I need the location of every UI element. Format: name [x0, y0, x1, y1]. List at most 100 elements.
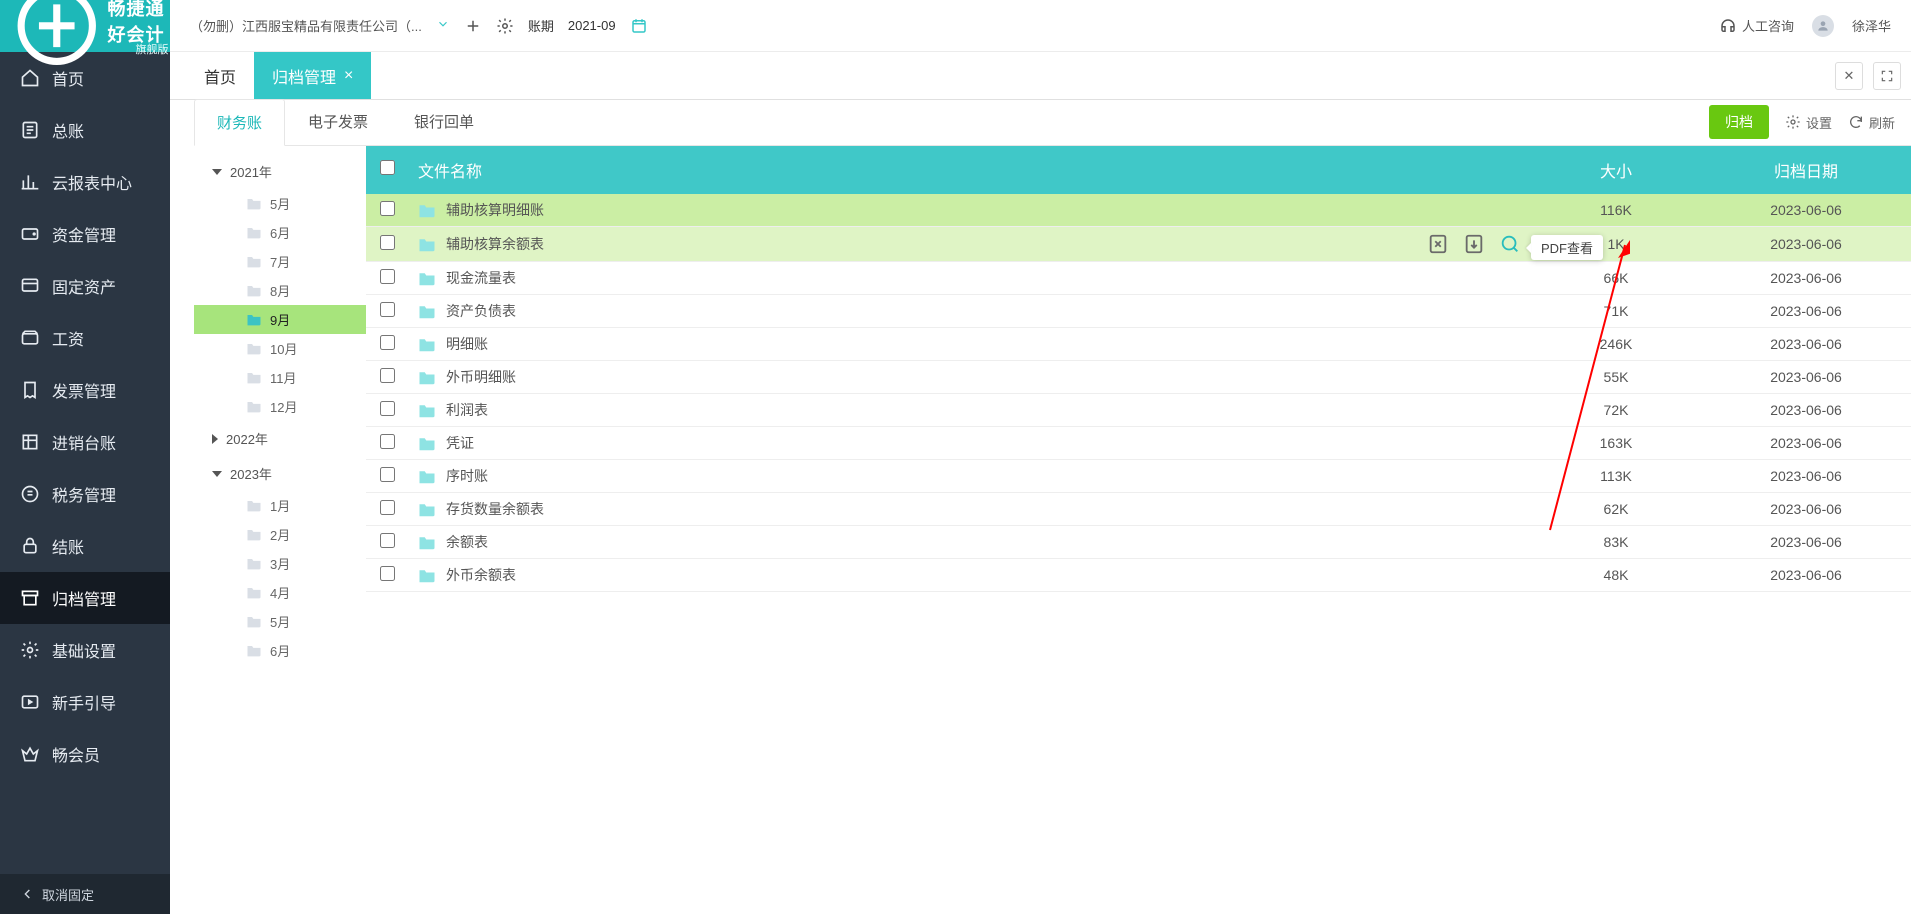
row-checkbox[interactable]	[380, 467, 395, 482]
table-row[interactable]: 序时账113K2023-06-06	[366, 460, 1911, 493]
sidebar-item-close[interactable]: 结账	[0, 520, 170, 572]
company-selector[interactable]: （勿删）江西服宝精品有限责任公司（...	[190, 16, 422, 35]
tab-archive[interactable]: 归档管理 ×	[254, 52, 371, 99]
view-pdf-icon[interactable]	[1499, 233, 1521, 255]
gear-icon[interactable]	[496, 17, 514, 35]
month-label: 5月	[270, 612, 290, 631]
file-size: 113K	[1531, 460, 1701, 493]
row-checkbox[interactable]	[380, 533, 395, 548]
file-name: 外币余额表	[446, 565, 516, 585]
close-all-button[interactable]: ✕	[1835, 62, 1863, 90]
month-node[interactable]: 2月	[194, 520, 366, 549]
table-row[interactable]: 存货数量余额表62K2023-06-06	[366, 493, 1911, 526]
table-row[interactable]: 辅助核算余额表PDF查看1K2023-06-06	[366, 227, 1911, 262]
month-node[interactable]: 12月	[194, 392, 366, 421]
month-node[interactable]: 5月	[194, 607, 366, 636]
sidebar-item-invoice[interactable]: 发票管理	[0, 364, 170, 416]
row-checkbox[interactable]	[380, 235, 395, 250]
file-size: 62K	[1531, 493, 1701, 526]
table-row[interactable]: 现金流量表66K2023-06-06	[366, 262, 1911, 295]
file-date: 2023-06-06	[1701, 295, 1911, 328]
subbar: 财务账 电子发票 银行回单 归档 设置 刷新	[194, 100, 1911, 146]
download-excel-icon[interactable]	[1427, 233, 1449, 255]
close-icon[interactable]: ×	[344, 67, 353, 85]
month-node[interactable]: 9月	[194, 305, 366, 334]
fullscreen-button[interactable]	[1873, 62, 1901, 90]
month-node[interactable]: 6月	[194, 218, 366, 247]
month-node[interactable]: 5月	[194, 189, 366, 218]
subtab-einvoice[interactable]: 电子发票	[285, 98, 391, 145]
month-node[interactable]: 6月	[194, 636, 366, 665]
sidebar: 畅捷通好会计 旗舰版 首页 总账 云报表中心 资金管理 固定资产 工资 发票管理…	[0, 0, 170, 914]
month-node[interactable]: 10月	[194, 334, 366, 363]
month-node[interactable]: 3月	[194, 549, 366, 578]
sidebar-item-cloud-report[interactable]: 云报表中心	[0, 156, 170, 208]
year-node[interactable]: 2021年	[194, 154, 366, 189]
sidebar-item-psi[interactable]: 进销台账	[0, 416, 170, 468]
year-node[interactable]: 2022年	[194, 421, 366, 456]
row-checkbox[interactable]	[380, 335, 395, 350]
table-row[interactable]: 凭证163K2023-06-06	[366, 427, 1911, 460]
month-node[interactable]: 1月	[194, 491, 366, 520]
year-node[interactable]: 2023年	[194, 456, 366, 491]
sidebar-item-salary[interactable]: 工资	[0, 312, 170, 364]
sidebar-item-tax[interactable]: 税务管理	[0, 468, 170, 520]
file-table: 文件名称 大小 归档日期 辅助核算明细账116K2023-06-06辅助核算余额…	[366, 146, 1911, 592]
archive-button[interactable]: 归档	[1709, 105, 1769, 139]
sidebar-item-settings[interactable]: 基础设置	[0, 624, 170, 676]
month-label: 5月	[270, 194, 290, 213]
table-row[interactable]: 外币明细账55K2023-06-06	[366, 361, 1911, 394]
month-node[interactable]: 7月	[194, 247, 366, 276]
file-size: 116K	[1531, 194, 1701, 227]
tab-home[interactable]: 首页	[186, 52, 254, 99]
download-pdf-icon[interactable]	[1463, 233, 1485, 255]
arrow-left-icon	[20, 886, 36, 902]
row-checkbox[interactable]	[380, 302, 395, 317]
month-node[interactable]: 8月	[194, 276, 366, 305]
brand[interactable]: 畅捷通好会计 旗舰版	[0, 0, 170, 52]
table-row[interactable]: 明细账246K2023-06-06	[366, 328, 1911, 361]
select-all-checkbox[interactable]	[380, 160, 395, 175]
table-row[interactable]: 余额表83K2023-06-06	[366, 526, 1911, 559]
month-node[interactable]: 4月	[194, 578, 366, 607]
file-date: 2023-06-06	[1701, 394, 1911, 427]
sidebar-item-funds[interactable]: 资金管理	[0, 208, 170, 260]
settings-link[interactable]: 设置	[1785, 113, 1832, 132]
file-name: 余额表	[446, 532, 488, 552]
sidebar-item-ledger[interactable]: 总账	[0, 104, 170, 156]
table-row[interactable]: 辅助核算明细账116K2023-06-06	[366, 194, 1911, 227]
sidebar-item-guide[interactable]: 新手引导	[0, 676, 170, 728]
header: （勿删）江西服宝精品有限责任公司（... 账期 2021-09 人工咨询 徐泽华	[170, 0, 1911, 52]
subtab-bank[interactable]: 银行回单	[391, 98, 497, 145]
file-name: 辅助核算余额表	[446, 234, 544, 254]
col-size: 大小	[1531, 146, 1701, 194]
sidebar-item-label: 新手引导	[52, 690, 116, 714]
sidebar-item-home[interactable]: 首页	[0, 52, 170, 104]
table-row[interactable]: 外币余额表48K2023-06-06	[366, 559, 1911, 592]
sidebar-item-member[interactable]: 畅会员	[0, 728, 170, 780]
row-checkbox[interactable]	[380, 434, 395, 449]
file-name: 凭证	[446, 433, 474, 453]
sidebar-item-archive[interactable]: 归档管理	[0, 572, 170, 624]
period-value[interactable]: 2021-09	[568, 18, 616, 33]
calendar-icon[interactable]	[630, 17, 648, 35]
refresh-link[interactable]: 刷新	[1848, 113, 1895, 132]
table-row[interactable]: 资产负债表71K2023-06-06	[366, 295, 1911, 328]
sidebar-item-fixed-assets[interactable]: 固定资产	[0, 260, 170, 312]
row-checkbox[interactable]	[380, 269, 395, 284]
row-checkbox[interactable]	[380, 368, 395, 383]
username[interactable]: 徐泽华	[1852, 16, 1891, 35]
company-caret[interactable]	[436, 17, 450, 34]
avatar[interactable]	[1812, 15, 1834, 37]
consult-link[interactable]: 人工咨询	[1719, 16, 1794, 35]
table-row[interactable]: 利润表72K2023-06-06	[366, 394, 1911, 427]
subtab-financial[interactable]: 财务账	[194, 99, 285, 146]
month-node[interactable]: 11月	[194, 363, 366, 392]
file-name: 序时账	[446, 466, 488, 486]
row-checkbox[interactable]	[380, 401, 395, 416]
row-checkbox[interactable]	[380, 500, 395, 515]
row-checkbox[interactable]	[380, 566, 395, 581]
row-checkbox[interactable]	[380, 201, 395, 216]
pin-toggle[interactable]: 取消固定	[0, 874, 170, 914]
add-icon[interactable]	[464, 17, 482, 35]
